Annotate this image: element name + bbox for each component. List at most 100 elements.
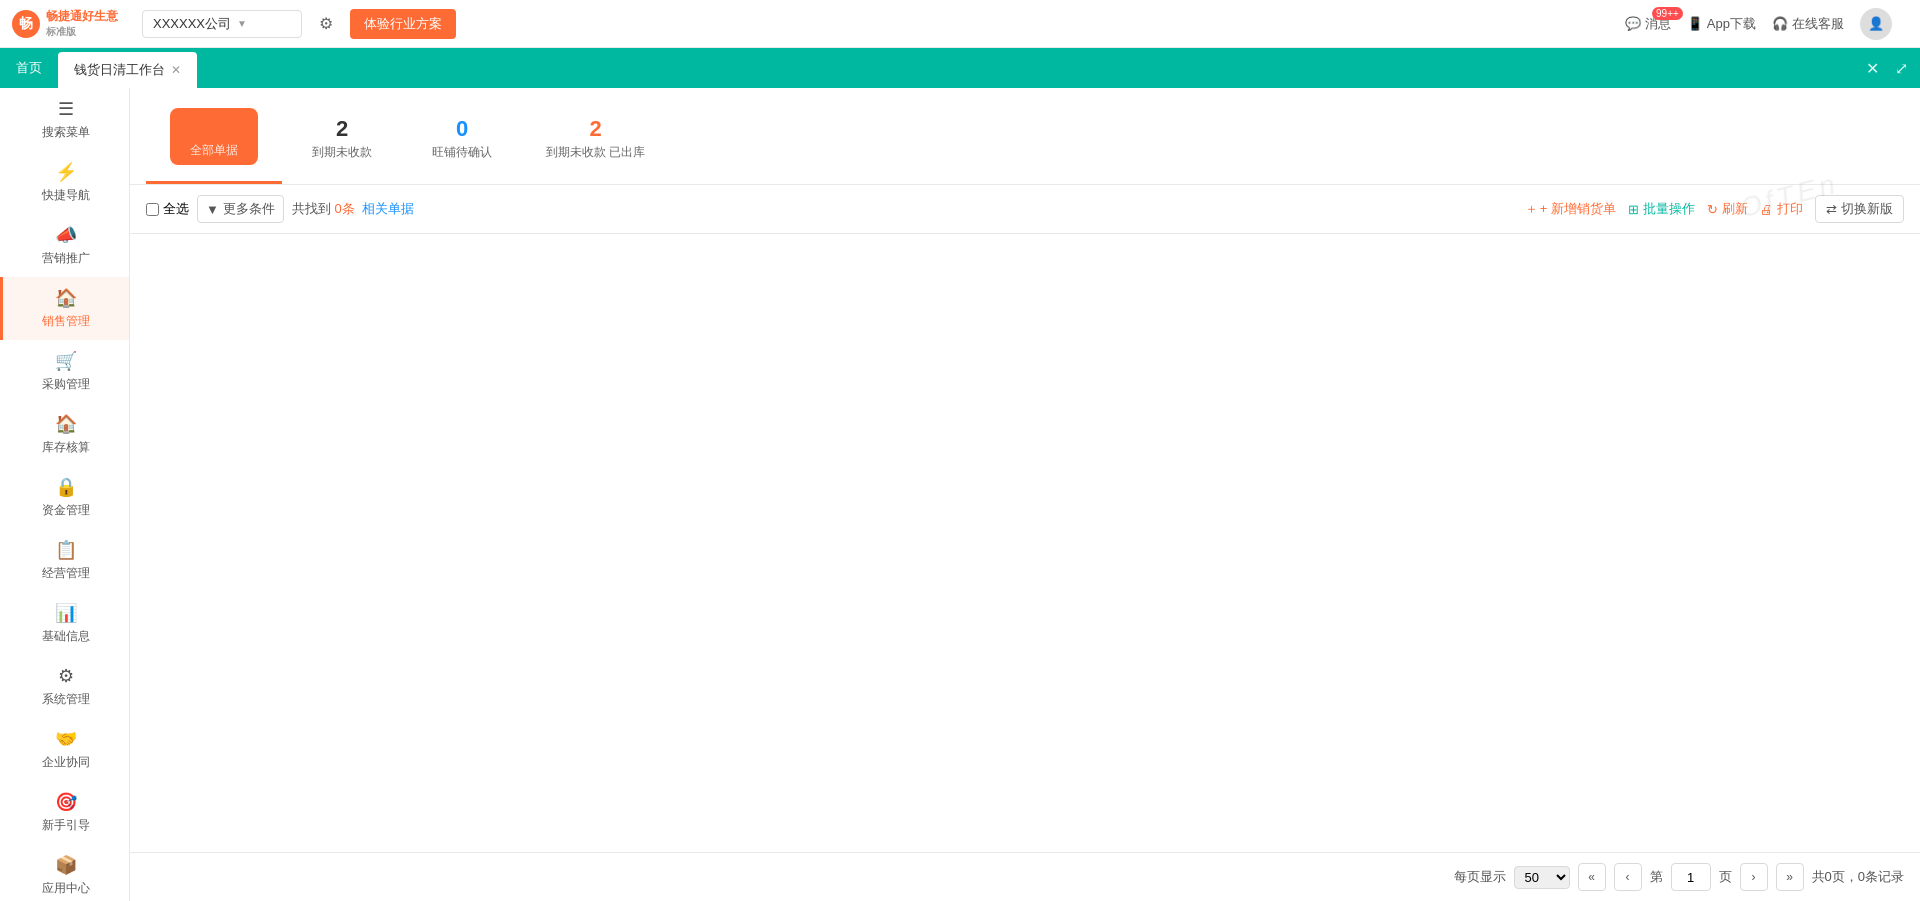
tab-bar: 首页 钱货日清工作台 ✕ ✕ ⤢ — [0, 48, 1920, 88]
stat-tab-all[interactable]: 2 全部单据 — [146, 100, 282, 184]
prev-page-button[interactable]: ‹ — [1614, 863, 1642, 891]
tab-close-icon[interactable]: ✕ — [171, 63, 181, 77]
system-icon: ⚙ — [58, 665, 74, 687]
stat-overdue-delivered-num: 2 — [590, 116, 602, 142]
found-count: 0条 — [335, 201, 355, 216]
add-sales-button[interactable]: ＋ + 新增销货单 — [1525, 200, 1616, 218]
select-all-label[interactable]: 全选 — [146, 200, 189, 218]
enterprise-icon: 🤝 — [55, 728, 77, 750]
experience-button[interactable]: 体验行业方案 — [350, 9, 456, 39]
app-download-icon: 📱 — [1687, 16, 1703, 31]
batch-op-button[interactable]: ⊞ 批量操作 — [1628, 200, 1695, 218]
page-number-input[interactable] — [1671, 863, 1711, 891]
tab-expand-icon[interactable]: ⤢ — [1891, 55, 1912, 82]
first-page-button[interactable]: « — [1578, 863, 1606, 891]
cash-goods-tab-label: 钱货日清工作台 — [74, 61, 165, 79]
sidebar-label-search-menu: 搜索菜单 — [42, 124, 90, 141]
select-all-checkbox[interactable] — [146, 203, 159, 216]
finance-icon: 🔒 — [55, 476, 77, 498]
company-selector[interactable]: XXXXXX公司 ▼ — [142, 10, 302, 38]
app-download-action[interactable]: 📱 App下载 — [1687, 15, 1756, 33]
headset-icon: 🎧 — [1772, 16, 1788, 31]
purchase-icon: 🛒 — [55, 350, 77, 372]
online-service-label: 在线客服 — [1792, 15, 1844, 33]
operations-icon: 📋 — [55, 539, 77, 561]
message-action[interactable]: 💬 消息 99+ — [1625, 15, 1671, 33]
tab-home[interactable]: 首页 — [0, 48, 58, 88]
sidebar-item-search-menu[interactable]: ☰ 搜索菜单 — [0, 88, 129, 151]
main-layout: ☰ 搜索菜单 ⚡ 快捷导航 📣 营销推广 🏠 销售管理 🛒 采购管理 🏠 库存核… — [0, 88, 1920, 901]
print-icon: 🖨 — [1760, 202, 1773, 217]
stats-tabs-row: 2 全部单据 2 到期未收款 0 旺铺待确认 2 到期未收款 已出 — [146, 100, 1904, 184]
logo-area: 畅 畅捷通好生意 标准版 — [12, 8, 142, 39]
sidebar-item-guide[interactable]: 🎯 新手引导 — [0, 781, 129, 844]
sidebar-item-system[interactable]: ⚙ 系统管理 — [0, 655, 129, 718]
tab-close-all-icon[interactable]: ✕ — [1862, 55, 1883, 82]
switch-version-button[interactable]: ⇄ 切换新版 — [1815, 195, 1904, 223]
message-icon: 💬 — [1625, 16, 1641, 31]
sidebar-label-inventory: 库存核算 — [42, 439, 90, 456]
refresh-icon: ↻ — [1707, 202, 1718, 217]
inventory-icon: 🏠 — [55, 413, 77, 435]
stat-tab-overdue-delivered[interactable]: 2 到期未收款 已出库 — [522, 100, 669, 184]
stat-overdue-num: 2 — [336, 116, 348, 142]
last-page-button[interactable]: » — [1776, 863, 1804, 891]
sidebar-label-guide: 新手引导 — [42, 817, 90, 834]
company-name: XXXXXX公司 — [153, 15, 231, 33]
stat-tab-overdue[interactable]: 2 到期未收款 — [282, 100, 402, 184]
user-avatar-icon: 👤 — [1868, 16, 1884, 31]
stats-tabs: 2 全部单据 2 到期未收款 0 旺铺待确认 2 到期未收款 已出 — [130, 88, 1920, 185]
per-page-select[interactable]: 50 20 100 — [1514, 866, 1570, 889]
sidebar-item-quick-nav[interactable]: ⚡ 快捷导航 — [0, 151, 129, 214]
message-badge: 99+ — [1652, 7, 1683, 20]
related-link[interactable]: 相关单据 — [362, 201, 414, 216]
found-text: 共找到 0条 相关单据 — [292, 200, 414, 218]
marketing-icon: 📣 — [55, 224, 77, 246]
stat-overdue-label: 到期未收款 — [312, 144, 372, 161]
sidebar-item-purchase[interactable]: 🛒 采购管理 — [0, 340, 129, 403]
tab-bar-actions: ✕ ⤢ — [1862, 55, 1920, 82]
sidebar-label-base-info: 基础信息 — [42, 628, 90, 645]
sidebar-item-marketing[interactable]: 📣 营销推广 — [0, 214, 129, 277]
sidebar-label-app-center: 应用中心 — [42, 880, 90, 897]
dropdown-arrow-icon: ▼ — [237, 18, 247, 29]
page-suffix: 页 — [1719, 868, 1732, 886]
top-header: 畅 畅捷通好生意 标准版 XXXXXX公司 ▼ ⚙ 体验行业方案 💬 消息 99… — [0, 0, 1920, 48]
online-service-action[interactable]: 🎧 在线客服 — [1772, 15, 1844, 33]
more-filters-button[interactable]: ▼ 更多条件 — [197, 195, 284, 223]
next-page-button[interactable]: › — [1740, 863, 1768, 891]
batch-icon: ⊞ — [1628, 202, 1639, 217]
header-right: 💬 消息 99+ 📱 App下载 🎧 在线客服 👤 — [1625, 8, 1908, 40]
sidebar-item-base-info[interactable]: 📊 基础信息 — [0, 592, 129, 655]
refresh-button[interactable]: ↻ 刷新 — [1707, 200, 1748, 218]
sales-icon: 🏠 — [55, 287, 77, 309]
sidebar-label-finance: 资金管理 — [42, 502, 90, 519]
sidebar-label-purchase: 采购管理 — [42, 376, 90, 393]
sidebar-item-operations[interactable]: 📋 经营管理 — [0, 529, 129, 592]
sidebar-item-sales[interactable]: 🏠 销售管理 — [0, 277, 129, 340]
pagination: 每页显示 50 20 100 « ‹ 第 页 › » 共0页，0条记录 — [130, 852, 1920, 901]
toolbar-right: ＋ + 新增销货单 ⊞ 批量操作 ↻ 刷新 🖨 打印 ⇄ 切换新版 — [1525, 195, 1904, 223]
sidebar-item-enterprise[interactable]: 🤝 企业协同 — [0, 718, 129, 781]
logo-line1: 畅捷通好生意 — [46, 8, 118, 25]
tab-cash-goods[interactable]: 钱货日清工作台 ✕ — [58, 52, 197, 88]
avatar[interactable]: 👤 — [1860, 8, 1892, 40]
home-tab-label: 首页 — [16, 59, 42, 77]
sidebar-item-inventory[interactable]: 🏠 库存核算 — [0, 403, 129, 466]
logo-icon: 畅 — [12, 10, 40, 38]
settings-button[interactable]: ⚙ — [310, 8, 342, 40]
base-info-icon: 📊 — [55, 602, 77, 624]
app-download-label: App下载 — [1707, 15, 1756, 33]
toolbar-left: 全选 ▼ 更多条件 共找到 0条 相关单据 — [146, 195, 414, 223]
page-label: 第 — [1650, 868, 1663, 886]
table-area — [130, 234, 1920, 852]
quick-nav-icon: ⚡ — [55, 161, 77, 183]
print-button[interactable]: 🖨 打印 — [1760, 200, 1803, 218]
sidebar-item-app-center[interactable]: 📦 应用中心 — [0, 844, 129, 901]
sidebar-item-finance[interactable]: 🔒 资金管理 — [0, 466, 129, 529]
add-icon: ＋ — [1525, 200, 1538, 218]
total-records-label: 共0页，0条记录 — [1812, 868, 1904, 886]
stat-tab-wangpu[interactable]: 0 旺铺待确认 — [402, 100, 522, 184]
switch-icon: ⇄ — [1826, 202, 1837, 217]
content-area: 2 全部单据 2 到期未收款 0 旺铺待确认 2 到期未收款 已出 — [130, 88, 1920, 901]
